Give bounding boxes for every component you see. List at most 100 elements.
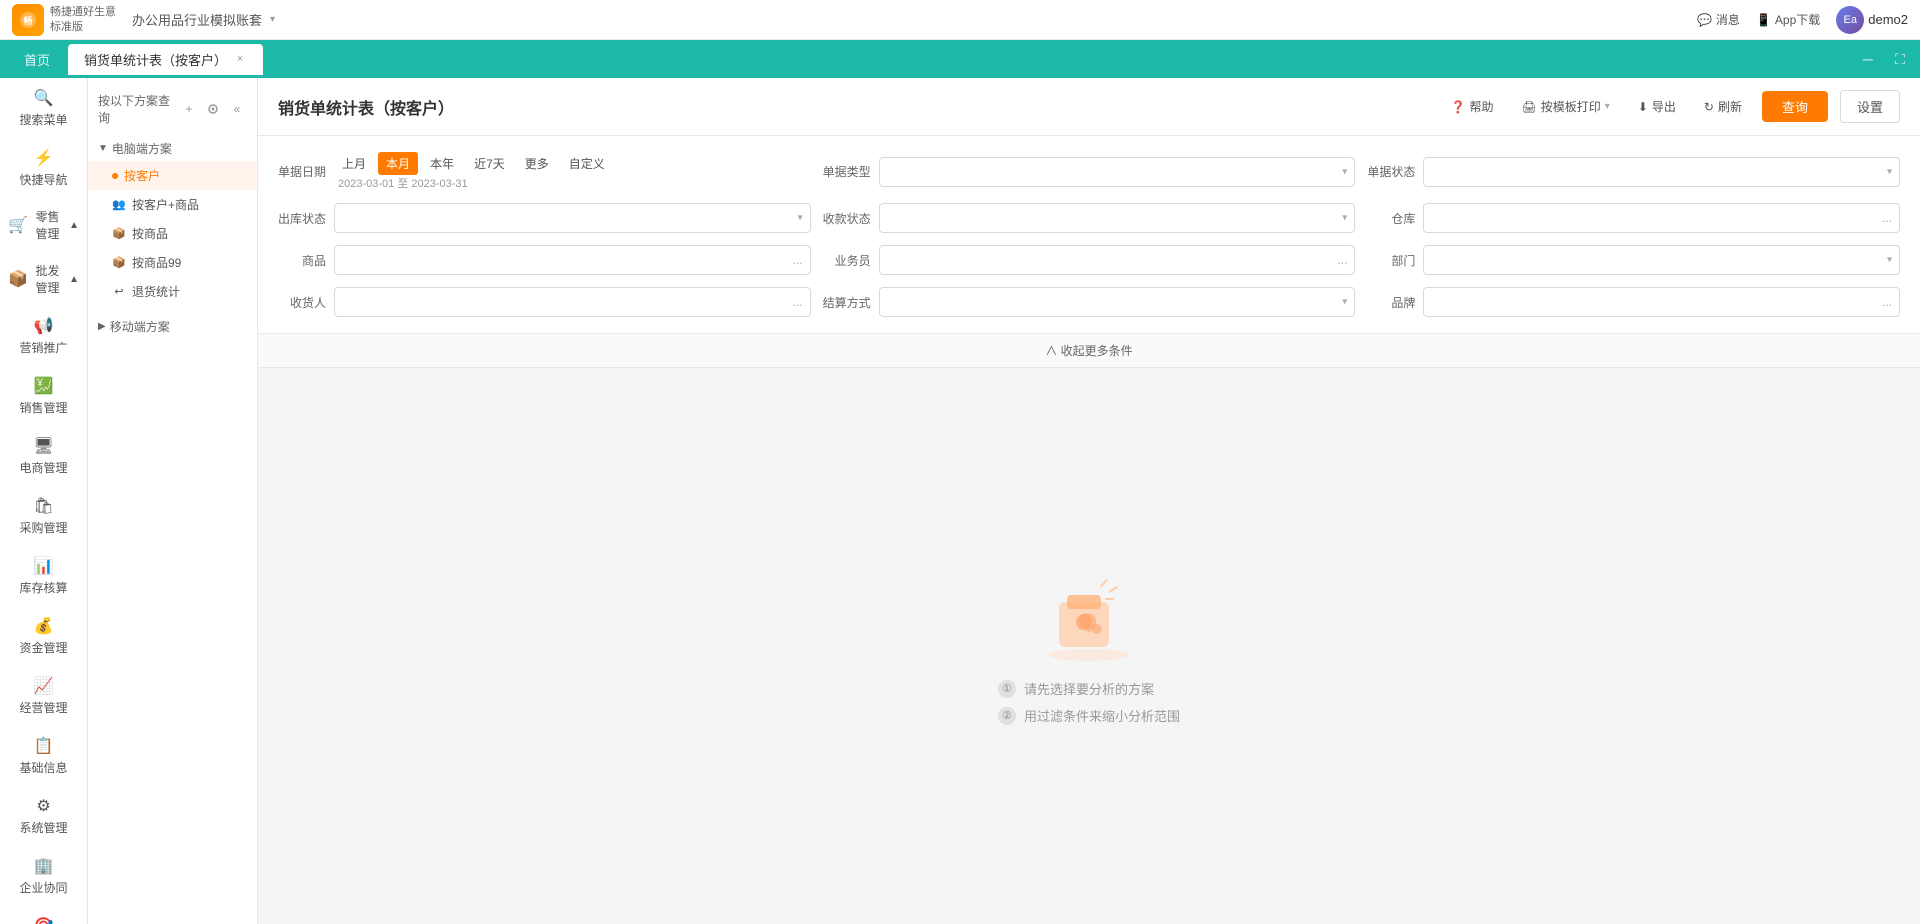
warehouse-select[interactable] <box>1423 203 1900 233</box>
mobile-scheme-section: ▶ 移动端方案 <box>88 310 257 343</box>
scheme-item-label: 按客户+商品 <box>132 196 199 213</box>
svg-text:畅: 畅 <box>23 15 32 26</box>
export-icon: ⬇ <box>1638 100 1648 114</box>
brand-select[interactable] <box>1423 287 1900 317</box>
tip-num-1: ① <box>998 680 1016 698</box>
export-btn[interactable]: ⬇ 导出 <box>1630 94 1684 119</box>
system-name: 办公用品行业模拟账套 <box>132 10 262 29</box>
tab-minimize-btn[interactable]: ─ <box>1856 47 1880 71</box>
date-tab-this-year[interactable]: 本年 <box>422 152 462 175</box>
sidebar-item-purchase[interactable]: 🛍 采购管理 <box>0 486 87 546</box>
query-btn[interactable]: 查询 <box>1762 91 1828 122</box>
sidebar-item-sales[interactable]: 💹 销售管理 <box>0 366 87 426</box>
out-status-control[interactable]: ▾ <box>334 203 811 233</box>
brand-control[interactable]: ... <box>1423 287 1900 317</box>
doc-status-select[interactable] <box>1423 157 1900 187</box>
collapse-label: 收起更多条件 <box>1061 344 1133 358</box>
sidebar-item-retail[interactable]: 🛒 零售管理 ▲ <box>0 198 87 252</box>
out-status-select[interactable] <box>334 203 811 233</box>
scheme-item-by-goods-99[interactable]: 📦 按商品99 <box>88 248 257 277</box>
sidebar-item-wholesale[interactable]: 📦 批发管理 ▲ <box>0 252 87 306</box>
doc-status-filter-item: 单据状态 ▾ <box>1367 152 1900 191</box>
message-btn[interactable]: 💬 消息 <box>1697 11 1740 28</box>
tab-sales-stat[interactable]: 销货单统计表（按客户） × <box>68 44 263 75</box>
sidebar-item-basic[interactable]: 📋 基础信息 <box>0 726 87 786</box>
scheme-item-by-customer-goods[interactable]: 👥 按客户+商品 <box>88 190 257 219</box>
sidebar-item-operation[interactable]: 📈 经营管理 <box>0 666 87 726</box>
date-filter-item: 单据日期 上月 本月 本年 近7天 更多 自定义 <box>278 152 811 191</box>
settle-method-control[interactable]: ▾ <box>879 287 1356 317</box>
dept-select[interactable] <box>1423 245 1900 275</box>
home-tab-label: 首页 <box>24 50 50 69</box>
help-btn[interactable]: ❓ 帮助 <box>1443 94 1502 119</box>
tab-close-btn[interactable]: × <box>233 52 247 66</box>
search-icon: 🔍 <box>34 88 54 108</box>
dept-control[interactable]: ▾ <box>1423 245 1900 275</box>
receipt-status-label: 收款状态 <box>823 210 871 227</box>
tip-text-2: 用过滤条件来缩小分析范围 <box>1024 706 1180 725</box>
filter-row-3: 商品 ... 业务员 ... 部门 <box>278 245 1900 275</box>
sidebar-item-ecom[interactable]: 🖥 电商管理 <box>0 426 87 486</box>
goods-select[interactable] <box>334 245 811 275</box>
purchase-icon: 🛍 <box>33 496 53 516</box>
date-tab-this-month[interactable]: 本月 <box>378 152 418 175</box>
receipt-status-select[interactable] <box>879 203 1356 233</box>
template-print-btn[interactable]: 🖨 按模板打印 ▾ <box>1514 94 1618 119</box>
salesperson-control[interactable]: ... <box>879 245 1356 275</box>
settle-method-filter-item: 结算方式 ▾ <box>823 287 1356 317</box>
receipt-status-filter-item: 收款状态 ▾ <box>823 203 1356 233</box>
goods-dots: ... <box>793 253 803 267</box>
date-tab-last-month[interactable]: 上月 <box>334 152 374 175</box>
sidebar-item-inventory[interactable]: 📊 库存核算 <box>0 546 87 606</box>
tab-maximize-btn[interactable]: ⛶ <box>1888 47 1912 71</box>
brand-filter-item: 品牌 ... <box>1367 287 1900 317</box>
sidebar-item-enterprise[interactable]: 🏢 企业协同 <box>0 846 87 906</box>
out-status-label: 出库状态 <box>278 210 326 227</box>
sidebar-item-search[interactable]: 🔍 搜索菜单 <box>0 78 87 138</box>
header-left: 畅 畅捷通好生意 标准版 办公用品行业模拟账套 ▾ <box>12 4 275 36</box>
scheme-settings-btn[interactable] <box>203 99 223 119</box>
sidebar-item-system[interactable]: ⚙ 系统管理 <box>0 786 87 846</box>
receiver-select[interactable] <box>334 287 811 317</box>
date-tab-custom[interactable]: 自定义 <box>561 152 613 175</box>
scheme-item-by-customer[interactable]: 按客户 <box>88 161 257 190</box>
receiver-control[interactable]: ... <box>334 287 811 317</box>
user-area[interactable]: Ea demo2 <box>1836 6 1908 34</box>
system-icon: ⚙ <box>36 796 50 816</box>
desktop-scheme-section: ▼ 电脑端方案 按客户 👥 按客户+商品 📦 按商品 📦 按商品99 ↩ 退 <box>88 132 257 310</box>
empty-tip-1: ① 请先选择要分析的方案 <box>998 679 1180 698</box>
print-icon: 🖨 <box>1522 100 1537 114</box>
refresh-btn[interactable]: ↻ 刷新 <box>1696 94 1750 119</box>
doc-type-control[interactable]: ▾ <box>879 157 1356 187</box>
mobile-scheme-header[interactable]: ▶ 移动端方案 <box>88 314 257 339</box>
salesperson-select[interactable] <box>879 245 1356 275</box>
avatar: Ea <box>1836 6 1864 34</box>
date-tab-last-7[interactable]: 近7天 <box>466 152 513 175</box>
scheme-item-return-stat[interactable]: ↩ 退货统计 <box>88 277 257 306</box>
doc-type-select[interactable] <box>879 157 1356 187</box>
sidebar-item-marketing[interactable]: 📢 营销推广 <box>0 306 87 366</box>
sidebar-item-finance[interactable]: 💰 资金管理 <box>0 606 87 666</box>
warehouse-control[interactable]: ... <box>1423 203 1900 233</box>
scheme-add-btn[interactable]: + <box>179 99 199 119</box>
scheme-icons: + « <box>179 99 247 119</box>
receipt-status-arrow: ▾ <box>1342 213 1347 224</box>
tab-home[interactable]: 首页 <box>8 44 66 75</box>
settings-btn[interactable]: 设置 <box>1840 90 1900 123</box>
scheme-item-by-goods[interactable]: 📦 按商品 <box>88 219 257 248</box>
scheme-collapse-btn[interactable]: « <box>227 99 247 119</box>
date-tab-more[interactable]: 更多 <box>517 152 557 175</box>
app-download-btn[interactable]: 📱 App下载 <box>1756 11 1820 28</box>
sidebar-item-quick-nav[interactable]: ⚡ 快捷导航 <box>0 138 87 198</box>
finance-icon: 💰 <box>34 616 54 636</box>
collapse-bar[interactable]: ∧ 收起更多条件 <box>258 334 1920 368</box>
goods-control[interactable]: ... <box>334 245 811 275</box>
desktop-scheme-header[interactable]: ▼ 电脑端方案 <box>88 136 257 161</box>
system-dropdown[interactable]: ▾ <box>270 14 275 25</box>
dept-filter-item: 部门 ▾ <box>1367 245 1900 275</box>
sidebar-item-newbie[interactable]: 🎯 新手引导 <box>0 906 87 924</box>
enterprise-icon: 🏢 <box>34 856 54 876</box>
receipt-status-control[interactable]: ▾ <box>879 203 1356 233</box>
doc-status-control[interactable]: ▾ <box>1423 157 1900 187</box>
settle-method-select[interactable] <box>879 287 1356 317</box>
